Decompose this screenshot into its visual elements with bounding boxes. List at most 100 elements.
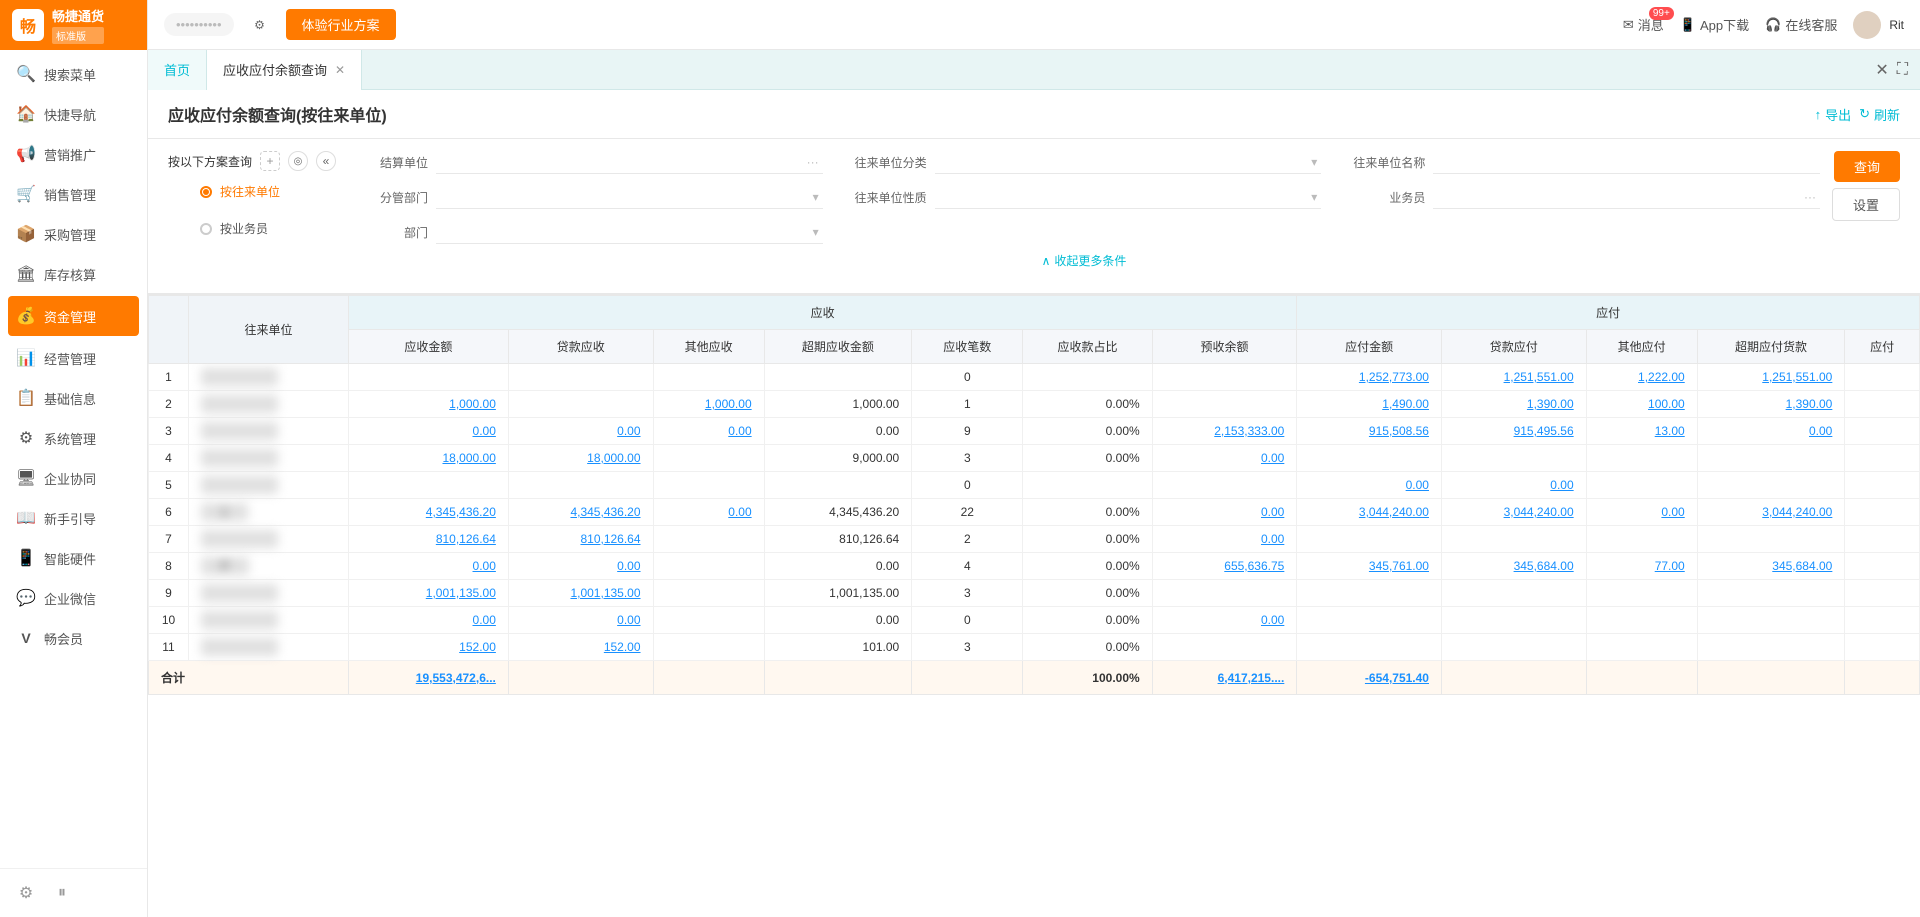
sidebar-item-wechat[interactable]: 💬 企业微信 xyxy=(0,578,147,618)
table-cell[interactable]: 810,126.64 xyxy=(349,526,509,553)
table-cell[interactable]: 0.00 xyxy=(508,418,653,445)
sidebar-item-basic-info[interactable]: 📋 基础信息 xyxy=(0,378,147,418)
table-cell[interactable]: 18,000.00 xyxy=(349,445,509,472)
dept-chevron[interactable]: ▾ xyxy=(809,225,823,239)
table-cell[interactable]: 1,251,551.00 xyxy=(1441,364,1586,391)
sidebar-item-system[interactable]: ⚙ 系统管理 xyxy=(0,418,147,458)
table-cell[interactable]: 0.00 xyxy=(653,499,764,526)
table-cell[interactable]: 810,126.64 xyxy=(508,526,653,553)
tab-maximize-button[interactable]: ⛶ xyxy=(1897,61,1908,79)
table-cell[interactable]: 1,252,773.00 xyxy=(1297,364,1442,391)
header-settings-button[interactable]: ⚙ xyxy=(246,11,274,39)
scheme-collapse-button[interactable]: « xyxy=(316,151,336,171)
table-cell[interactable]: 0.00 xyxy=(1152,445,1297,472)
table-cell[interactable]: 1,000.00 xyxy=(653,391,764,418)
refresh-button[interactable]: ↻ 刷新 xyxy=(1859,105,1900,124)
table-cell[interactable]: 655,636.75 xyxy=(1152,553,1297,580)
table-cell[interactable]: 3,044,240.00 xyxy=(1697,499,1845,526)
table-cell[interactable]: 1,390.00 xyxy=(1697,391,1845,418)
message-button[interactable]: ✉ 消息 99+ xyxy=(1623,15,1664,34)
table-cell[interactable]: 0.00 xyxy=(508,553,653,580)
partner-nature-input[interactable] xyxy=(935,186,1308,208)
sidebar-gear-button[interactable]: ⚙ xyxy=(12,879,40,907)
sidebar-collapse-button[interactable]: ⏸ xyxy=(48,879,76,907)
table-cell[interactable]: 0.00 xyxy=(349,418,509,445)
footer-advance[interactable]: 6,417,215.... xyxy=(1152,661,1297,695)
table-cell[interactable]: 2,153,333.00 xyxy=(1152,418,1297,445)
submenu-by-staff[interactable]: 按业务员 xyxy=(168,212,336,245)
tab-close-button[interactable]: ✕ xyxy=(335,63,345,77)
table-cell[interactable]: 915,508.56 xyxy=(1297,418,1442,445)
table-cell[interactable]: 0.00 xyxy=(349,607,509,634)
sidebar-item-quick-nav[interactable]: 🏠 快捷导航 xyxy=(0,94,147,134)
sidebar-item-enterprise[interactable]: 🖥 企业协同 xyxy=(0,458,147,498)
table-cell[interactable]: 1,000.00 xyxy=(349,391,509,418)
table-cell[interactable]: 152.00 xyxy=(508,634,653,661)
table-cell[interactable]: 1,390.00 xyxy=(1441,391,1586,418)
table-cell[interactable]: 1,222.00 xyxy=(1586,364,1697,391)
settlement-unit-input[interactable] xyxy=(436,151,803,173)
sidebar-item-marketing[interactable]: 📢 营销推广 xyxy=(0,134,147,174)
promo-button[interactable]: 体验行业方案 xyxy=(286,9,396,40)
table-cell[interactable]: 0.00 xyxy=(1586,499,1697,526)
table-cell[interactable]: 345,684.00 xyxy=(1697,553,1845,580)
add-scheme-button[interactable]: + xyxy=(260,151,280,171)
dept-managed-input[interactable] xyxy=(436,186,809,208)
table-cell[interactable]: 0.00 xyxy=(1697,418,1845,445)
sidebar-item-search-menu[interactable]: 🔍 搜索菜单 xyxy=(0,54,147,94)
partner-name-input[interactable] xyxy=(1433,151,1820,173)
query-button[interactable]: 查询 xyxy=(1834,151,1900,182)
table-cell[interactable]: 345,684.00 xyxy=(1441,553,1586,580)
sidebar-item-sales[interactable]: 🛒 销售管理 xyxy=(0,174,147,214)
table-cell[interactable]: 77.00 xyxy=(1586,553,1697,580)
settlement-unit-dots[interactable]: ··· xyxy=(803,155,823,169)
app-download-button[interactable]: 📱 App下载 xyxy=(1680,15,1749,34)
table-cell[interactable]: 0.00 xyxy=(1152,607,1297,634)
sidebar-item-inventory[interactable]: 🏛 库存核算 xyxy=(0,254,147,294)
table-cell[interactable]: 0.00 xyxy=(508,607,653,634)
table-cell[interactable]: 1,001,135.00 xyxy=(508,580,653,607)
table-cell[interactable]: 4,345,436.20 xyxy=(349,499,509,526)
table-cell[interactable]: 152.00 xyxy=(349,634,509,661)
export-button[interactable]: ↑ 导出 xyxy=(1815,105,1852,124)
table-cell[interactable]: 0.00 xyxy=(1152,526,1297,553)
footer-ap-total[interactable]: -654,751.40 xyxy=(1297,661,1442,695)
sidebar-item-smart-hw[interactable]: 📱 智能硬件 xyxy=(0,538,147,578)
dept-input[interactable] xyxy=(436,221,809,243)
table-cell[interactable]: 0.00 xyxy=(1152,499,1297,526)
scheme-target-button[interactable]: ◎ xyxy=(288,151,308,171)
sidebar-item-purchase[interactable]: 📦 采购管理 xyxy=(0,214,147,254)
tab-close-window-button[interactable]: ✕ xyxy=(1875,60,1888,80)
table-cell[interactable]: 100.00 xyxy=(1586,391,1697,418)
tab-home[interactable]: 首页 xyxy=(148,50,207,90)
service-button[interactable]: 🎧 在线客服 xyxy=(1765,15,1837,34)
sidebar-item-member[interactable]: V 畅会员 xyxy=(0,618,147,658)
footer-ar-total[interactable]: 19,553,472,6... xyxy=(349,661,509,695)
dept-managed-chevron[interactable]: ▾ xyxy=(809,190,823,204)
table-cell[interactable]: 345,761.00 xyxy=(1297,553,1442,580)
table-cell[interactable]: 0.00 xyxy=(1297,472,1442,499)
table-cell[interactable]: 1,490.00 xyxy=(1297,391,1442,418)
partner-nature-chevron[interactable]: ▾ xyxy=(1307,190,1321,204)
table-cell[interactable]: 3,044,240.00 xyxy=(1441,499,1586,526)
table-cell[interactable]: 18,000.00 xyxy=(508,445,653,472)
table-cell[interactable]: 13.00 xyxy=(1586,418,1697,445)
table-cell[interactable]: 1,001,135.00 xyxy=(349,580,509,607)
submenu-by-unit[interactable]: 按往来单位 xyxy=(168,175,336,208)
table-cell[interactable]: 0.00 xyxy=(653,418,764,445)
sidebar-item-business[interactable]: 📊 经营管理 xyxy=(0,338,147,378)
user-area[interactable]: Rit xyxy=(1853,11,1904,39)
salesperson-input[interactable] xyxy=(1433,186,1800,208)
setting-button[interactable]: 设置 xyxy=(1832,188,1900,221)
salesperson-dots[interactable]: ··· xyxy=(1800,190,1820,204)
partner-category-chevron[interactable]: ▾ xyxy=(1307,155,1321,169)
collapse-more-button[interactable]: ∧ 收起更多条件 xyxy=(1042,252,1127,269)
sidebar-item-finance[interactable]: 💰 资金管理 xyxy=(8,296,139,336)
partner-category-input[interactable] xyxy=(935,151,1308,173)
table-cell[interactable]: 3,044,240.00 xyxy=(1297,499,1442,526)
sidebar-item-guide[interactable]: 📖 新手引导 xyxy=(0,498,147,538)
table-cell[interactable]: 0.00 xyxy=(1441,472,1586,499)
table-cell[interactable]: 1,251,551.00 xyxy=(1697,364,1845,391)
table-cell[interactable]: 915,495.56 xyxy=(1441,418,1586,445)
table-cell[interactable]: 4,345,436.20 xyxy=(508,499,653,526)
